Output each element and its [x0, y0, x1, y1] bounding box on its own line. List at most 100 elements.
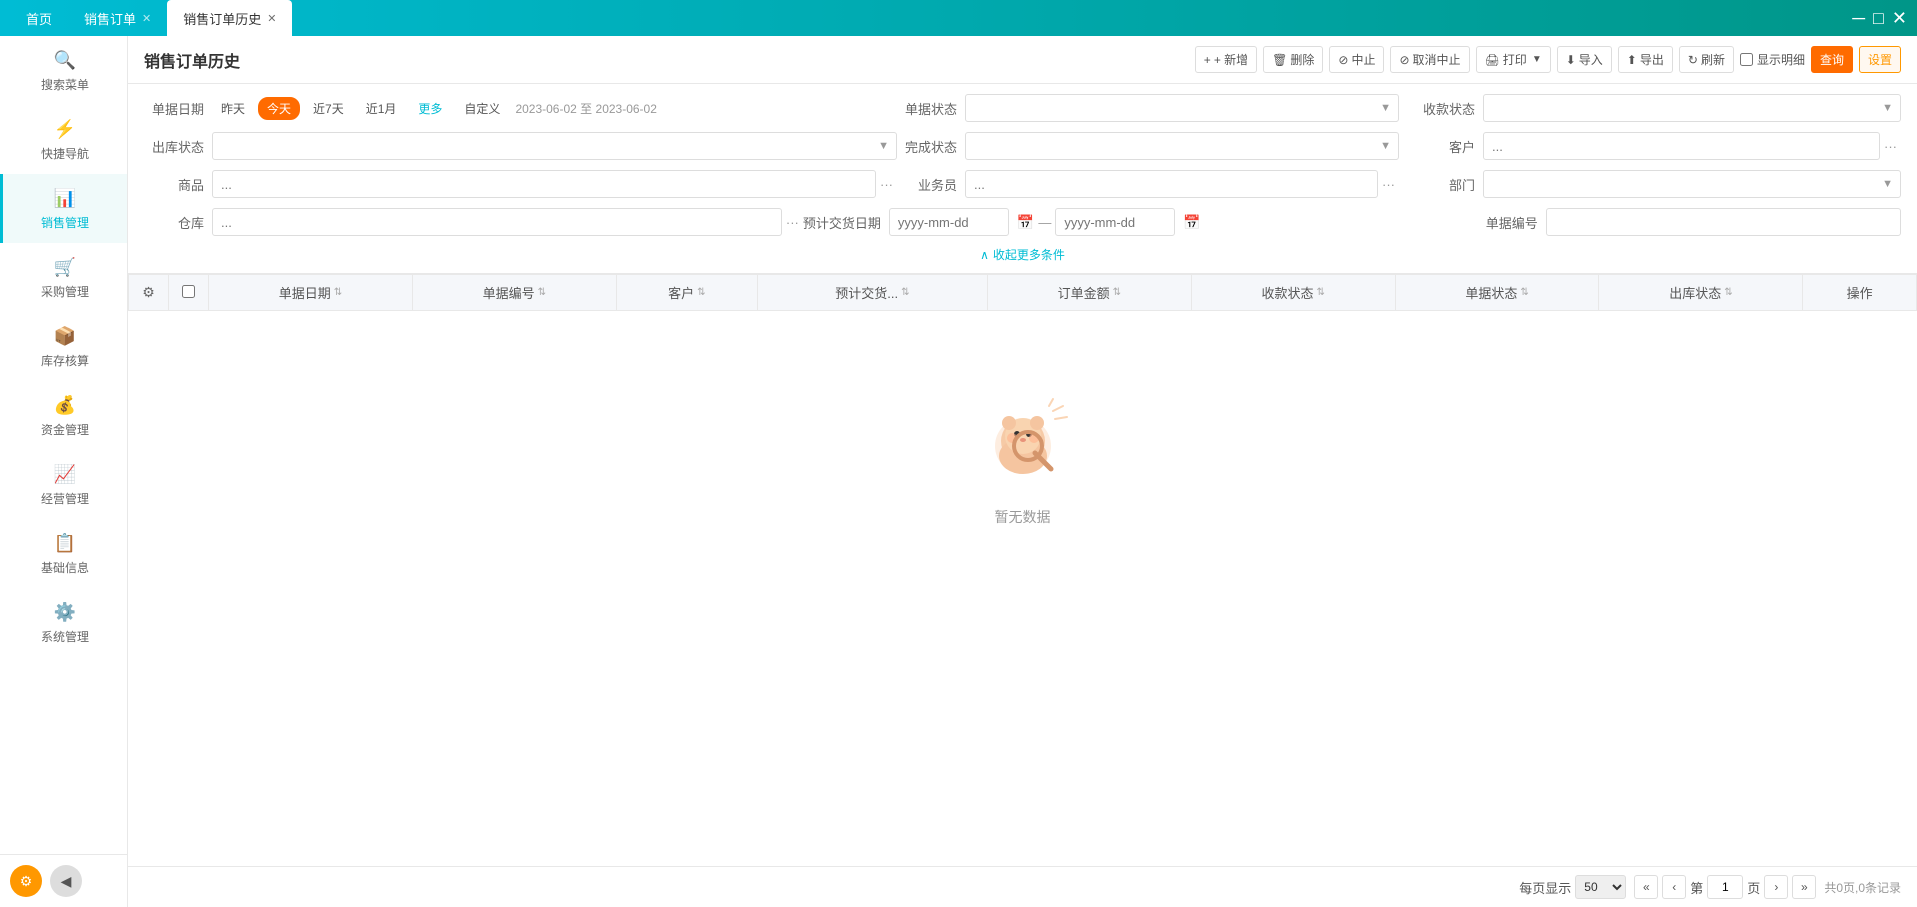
query-button[interactable]: 查询: [1811, 46, 1853, 73]
date-tag-last7[interactable]: 近7天: [304, 97, 353, 120]
table-settings-icon[interactable]: ⚙: [142, 284, 155, 300]
empty-text: 暂无数据: [995, 507, 1051, 527]
sort-shipment-status[interactable]: 出库状态 ⇅: [1669, 283, 1732, 302]
page-input[interactable]: [1707, 875, 1743, 899]
tab-sales-order[interactable]: 销售订单 ✕: [68, 0, 167, 36]
date-tag-yesterday[interactable]: 昨天: [212, 97, 254, 120]
customer-picker-btn[interactable]: ···: [1880, 139, 1901, 154]
payment-status-select[interactable]: [1483, 94, 1901, 122]
minimize-btn[interactable]: ─: [1852, 8, 1865, 29]
filter-row-3: 商品 ··· 业务员 ··· 部门: [144, 170, 1901, 198]
stop-button[interactable]: ⊘ 中止: [1329, 46, 1384, 73]
sidebar-item-finance[interactable]: 💰 资金管理: [0, 381, 127, 450]
sidebar-item-purchase-mgmt[interactable]: 🛒 采购管理: [0, 243, 127, 312]
warehouse-input[interactable]: [212, 208, 782, 236]
sort-number[interactable]: 单据编号 ⇅: [483, 283, 546, 302]
table-body: 暂无数据: [129, 311, 1917, 608]
tab-home[interactable]: 首页: [10, 0, 68, 36]
sort-amount-icon: ⇅: [1113, 287, 1121, 298]
sort-expected-delivery-icon: ⇅: [901, 287, 909, 298]
collapse-filters-btn[interactable]: ∧ 收起更多条件: [144, 246, 1901, 263]
sort-expected-delivery[interactable]: 预计交货... ⇅: [835, 283, 909, 302]
sort-date[interactable]: 单据日期 ⇅: [279, 283, 342, 302]
payment-status-label: 收款状态: [1415, 99, 1475, 118]
total-records: 共0页,0条记录: [1824, 879, 1901, 896]
refresh-button[interactable]: ↻ 刷新: [1679, 46, 1734, 73]
close-tab-sales-order-history[interactable]: ✕: [267, 12, 276, 25]
calendar-from-icon[interactable]: 📅: [1017, 214, 1034, 231]
date-control: 昨天 今天 近7天 近1月 更多 自定义 2023-06-02 至 2023-0: [212, 97, 897, 120]
sidebar-item-sales-mgmt[interactable]: 📊 销售管理: [0, 174, 127, 243]
per-page-select[interactable]: 50 10 20 100: [1575, 875, 1626, 899]
order-status-wrap: ▼: [965, 94, 1399, 122]
sort-amount[interactable]: 订单金额 ⇅: [1058, 283, 1121, 302]
date-tag-last30[interactable]: 近1月: [357, 97, 406, 120]
salesperson-input[interactable]: [965, 170, 1378, 198]
product-picker-btn[interactable]: ···: [876, 177, 897, 192]
date-range: 2023-06-02 至 2023-06-02: [515, 100, 656, 117]
warehouse-label: 仓库: [144, 213, 204, 232]
close-btn[interactable]: ✕: [1892, 8, 1907, 29]
sidebar-item-basic-info[interactable]: 📋 基础信息: [0, 519, 127, 588]
filter-completion-status: 完成状态 ▼: [897, 132, 1399, 160]
sidebar-item-operations[interactable]: 📈 经营管理: [0, 450, 127, 519]
date-tags: 昨天 今天 近7天 近1月 更多 自定义: [212, 97, 509, 120]
select-all-checkbox[interactable]: [182, 285, 195, 298]
empty-state-row: 暂无数据: [129, 311, 1917, 608]
sidebar-item-system-mgmt[interactable]: ⚙️ 系统管理: [0, 588, 127, 657]
product-input[interactable]: [212, 170, 876, 198]
warehouse-picker-btn[interactable]: ···: [782, 215, 803, 230]
customer-input[interactable]: [1483, 132, 1880, 160]
table-header-row: ⚙ 单据日期 ⇅ 单据编号: [129, 275, 1917, 311]
shipment-status-select[interactable]: [212, 132, 897, 160]
filter-product: 商品 ···: [144, 170, 897, 198]
order-number-input[interactable]: [1546, 208, 1901, 236]
export-button[interactable]: ⬆ 导出: [1618, 46, 1673, 73]
new-button[interactable]: + + 新增: [1195, 46, 1257, 73]
expected-delivery-to[interactable]: [1055, 208, 1175, 236]
window-controls: ─ □ ✕: [1852, 8, 1907, 29]
sort-payment-status[interactable]: 收款状态 ⇅: [1261, 283, 1324, 302]
next-page-btn[interactable]: ›: [1764, 875, 1788, 899]
settings-button[interactable]: 设置: [1859, 46, 1901, 73]
delete-icon: 🗑: [1272, 53, 1287, 67]
completion-status-select[interactable]: [965, 132, 1399, 160]
sort-customer[interactable]: 客户 ⇅: [668, 283, 705, 302]
sort-order-status[interactable]: 单据状态 ⇅: [1465, 283, 1528, 302]
filter-customer: 客户 ···: [1399, 132, 1901, 160]
date-tag-more[interactable]: 更多: [409, 97, 451, 120]
calendar-to-icon[interactable]: 📅: [1183, 214, 1200, 231]
show-columns-checkbox-label[interactable]: 显示明细: [1740, 51, 1805, 68]
department-select[interactable]: [1483, 170, 1901, 198]
last-page-btn[interactable]: »: [1792, 875, 1816, 899]
close-tab-sales-order[interactable]: ✕: [142, 12, 151, 25]
sidebar-item-search-menu[interactable]: 🔍 搜索菜单: [0, 36, 127, 105]
expected-delivery-from[interactable]: [889, 208, 1009, 236]
page-label: 第: [1690, 878, 1703, 897]
th-date: 单据日期 ⇅: [209, 275, 413, 311]
th-expected-delivery: 预计交货... ⇅: [757, 275, 987, 311]
cancel-stop-icon: ⊘: [1399, 53, 1409, 67]
date-tag-today[interactable]: 今天: [258, 97, 300, 120]
show-columns-checkbox[interactable]: [1740, 53, 1753, 66]
expected-delivery-label: 预计交货日期: [803, 213, 881, 232]
table-section: ⚙ 单据日期 ⇅ 单据编号: [128, 274, 1917, 866]
maximize-btn[interactable]: □: [1873, 8, 1884, 29]
salesperson-picker-btn[interactable]: ···: [1378, 177, 1399, 192]
delete-button[interactable]: 🗑 删除: [1263, 46, 1323, 73]
date-tag-custom[interactable]: 自定义: [455, 97, 509, 120]
tab-sales-order-history[interactable]: 销售订单历史 ✕: [167, 0, 292, 36]
prev-page-btn[interactable]: ‹: [1662, 875, 1686, 899]
th-number: 单据编号 ⇅: [412, 275, 616, 311]
order-status-select[interactable]: [965, 94, 1399, 122]
first-page-btn[interactable]: «: [1634, 875, 1658, 899]
quick-nav-icon: ⚡: [53, 117, 77, 141]
import-button[interactable]: ⬇ 导入: [1557, 46, 1612, 73]
print-button[interactable]: 🖨 打印 ▼: [1476, 46, 1551, 73]
sidebar-item-inventory[interactable]: 📦 库存核算: [0, 312, 127, 381]
sidebar-settings-btn[interactable]: ⚙: [10, 865, 42, 897]
sidebar-toggle-btn[interactable]: ◀: [50, 865, 82, 897]
cancel-stop-button[interactable]: ⊘ 取消中止: [1390, 46, 1469, 73]
pagination: « ‹ 第 页 › »: [1634, 875, 1816, 899]
sidebar-item-quick-nav[interactable]: ⚡ 快捷导航: [0, 105, 127, 174]
